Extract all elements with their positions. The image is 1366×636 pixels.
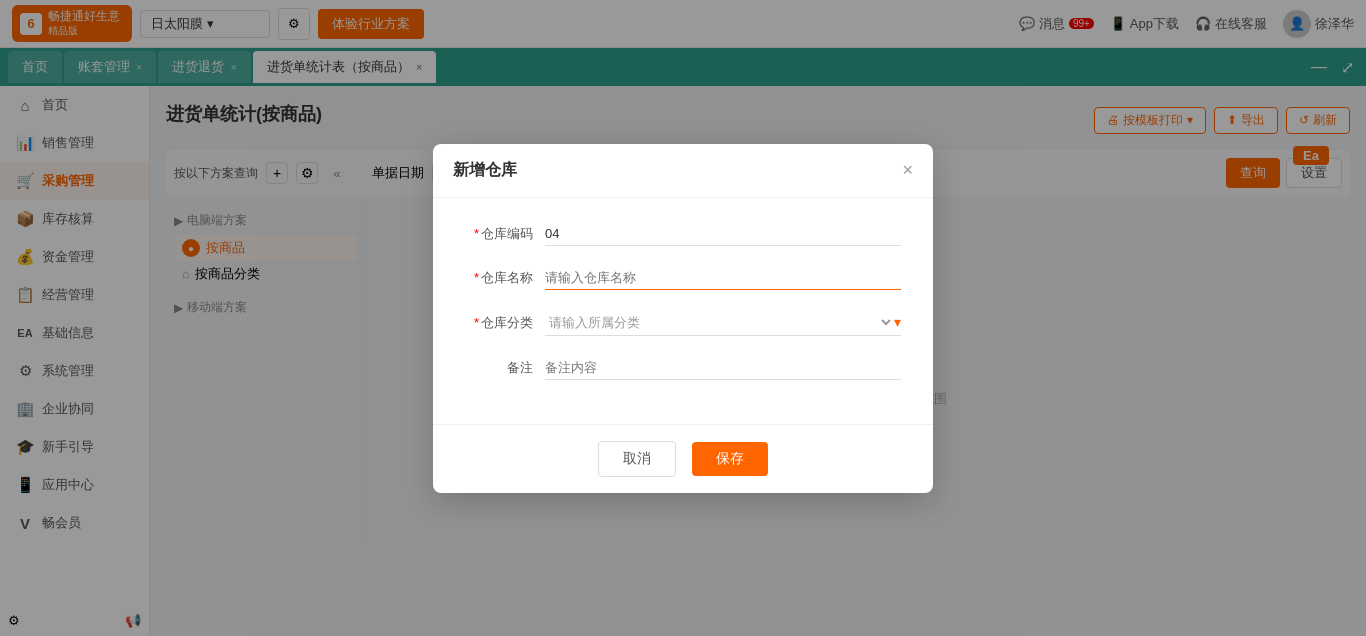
- form-row-code: 仓库编码: [465, 222, 901, 246]
- dialog-close-button[interactable]: ×: [902, 160, 913, 181]
- dialog-body: 仓库编码 仓库名称 仓库分类 请输入所属分类 ▾ 备注: [433, 198, 933, 424]
- form-row-category: 仓库分类 请输入所属分类 ▾: [465, 310, 901, 336]
- modal-overlay: 新增仓库 × 仓库编码 仓库名称 仓库分类 请输入所属分类: [0, 0, 1366, 636]
- dialog-header: 新增仓库 ×: [433, 144, 933, 198]
- form-row-name: 仓库名称: [465, 266, 901, 290]
- warehouse-name-input[interactable]: [545, 266, 901, 290]
- save-button[interactable]: 保存: [692, 442, 768, 476]
- cancel-button[interactable]: 取消: [598, 441, 676, 477]
- note-label: 备注: [465, 359, 545, 377]
- add-warehouse-dialog: 新增仓库 × 仓库编码 仓库名称 仓库分类 请输入所属分类: [433, 144, 933, 493]
- warehouse-category-select[interactable]: 请输入所属分类: [545, 310, 894, 335]
- dialog-footer: 取消 保存: [433, 424, 933, 493]
- warehouse-name-label: 仓库名称: [465, 269, 545, 287]
- warehouse-category-label: 仓库分类: [465, 314, 545, 332]
- warehouse-code-input[interactable]: [545, 222, 901, 246]
- warehouse-category-select-wrap: 请输入所属分类 ▾: [545, 310, 901, 336]
- category-chevron-icon: ▾: [894, 314, 901, 330]
- warehouse-code-label: 仓库编码: [465, 225, 545, 243]
- form-row-note: 备注: [465, 356, 901, 380]
- note-input[interactable]: [545, 356, 901, 380]
- dialog-title: 新增仓库: [453, 160, 517, 181]
